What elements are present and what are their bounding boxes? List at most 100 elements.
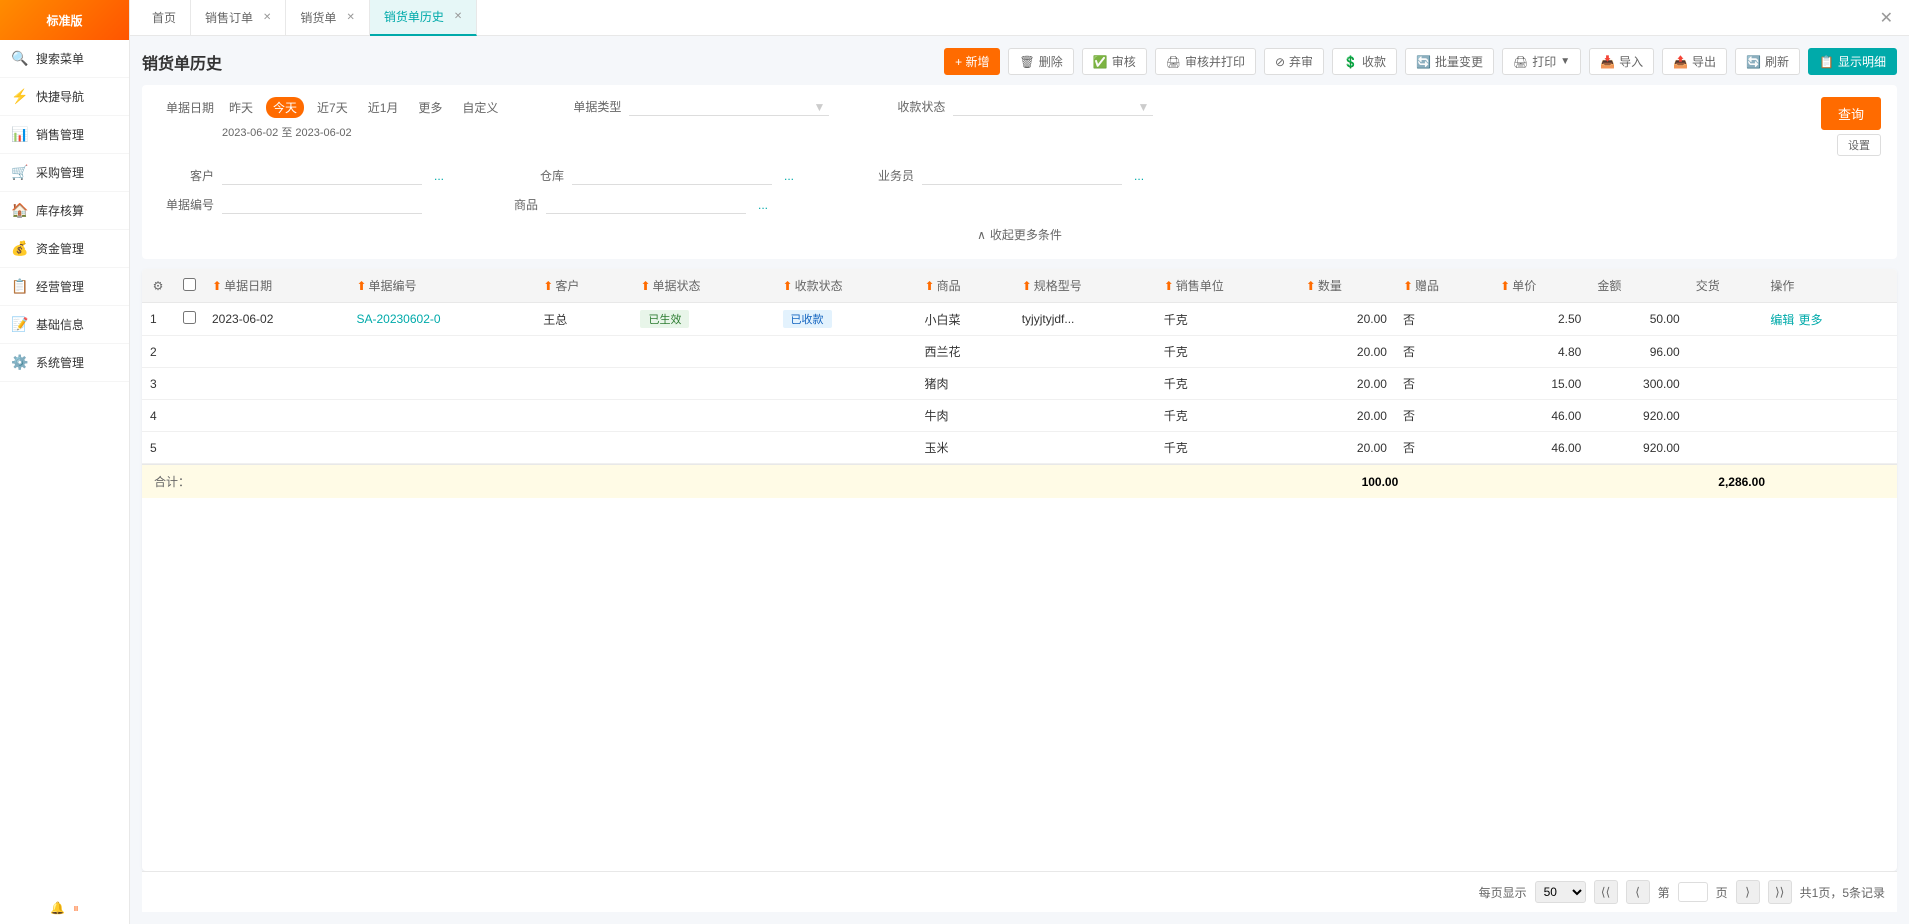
salesperson-input[interactable] <box>922 166 1122 185</box>
date-btn-7days[interactable]: 近7天 <box>310 97 355 118</box>
action-link-0[interactable]: 编辑 <box>1770 313 1794 327</box>
th-amount: 金额 <box>1589 269 1687 303</box>
page-prev-button[interactable]: ⟨ <box>1626 880 1650 904</box>
cell-qty: 20.00 <box>1298 368 1395 400</box>
delete-button[interactable]: 🗑 删除 <box>1008 48 1073 75</box>
cell-goods: 玉米 <box>917 432 1014 464</box>
sidebar-bottom: 🔔 ⏸ <box>0 893 129 924</box>
tab-close-all[interactable]: ✕ <box>1872 8 1901 28</box>
sidebar-item-search-menu[interactable]: 🔍 搜索菜单 <box>0 40 129 78</box>
type-input[interactable] <box>629 97 829 116</box>
th-customer[interactable]: ⬆客户 <box>535 269 632 303</box>
sidebar-item-sales-mgmt[interactable]: 📊 销售管理 <box>0 116 129 154</box>
query-button[interactable]: 查询 <box>1821 97 1881 130</box>
th-pay-status[interactable]: ⬆收款状态 <box>775 269 917 303</box>
cell-price: 4.80 <box>1492 336 1589 368</box>
th-doc-status[interactable]: ⬆单据状态 <box>632 269 774 303</box>
tab-sales-order[interactable]: 销售订单 ✕ <box>191 0 286 36</box>
th-qty[interactable]: ⬆数量 <box>1298 269 1395 303</box>
date-btn-today[interactable]: 今天 <box>266 97 304 118</box>
goods-ellipsis[interactable]: ... <box>754 196 772 214</box>
page-first-button[interactable]: ⟨⟨ <box>1594 880 1618 904</box>
salesperson-ellipsis[interactable]: ... <box>1130 167 1148 185</box>
toolbar: + 新增 🗑 删除 ✅ 审核 🖨 审核并打印 ⊘ 弃审 <box>944 48 1897 75</box>
footer-qty-total: 100.00 <box>1318 475 1398 489</box>
abandon-button[interactable]: ⊘ 弃审 <box>1264 48 1324 75</box>
row-checkbox[interactable] <box>183 311 196 324</box>
date-btn-yesterday[interactable]: 昨天 <box>222 97 260 118</box>
sidebar-item-system-mgmt[interactable]: ⚙️ 系统管理 <box>0 344 129 382</box>
cell-unit: 千克 <box>1156 303 1298 336</box>
cell-transaction <box>1688 400 1763 432</box>
audit-button[interactable]: ✅ 审核 <box>1082 48 1147 75</box>
tab-sales-order-close[interactable]: ✕ <box>263 12 271 23</box>
customer-input[interactable] <box>222 166 422 185</box>
new-button[interactable]: + 新增 <box>944 48 1000 75</box>
th-date[interactable]: ⬆单据日期 <box>204 269 348 303</box>
customer-ellipsis[interactable]: ... <box>430 167 448 185</box>
batch-change-button[interactable]: 🔄 批量变更 <box>1405 48 1494 75</box>
setting-button[interactable]: 设置 <box>1837 134 1881 156</box>
per-page-select[interactable]: 50 100 200 <box>1535 881 1586 903</box>
warehouse-label: 仓库 <box>508 167 564 184</box>
goods-input[interactable] <box>546 195 746 214</box>
refresh-button[interactable]: 🔄 刷新 <box>1735 48 1800 75</box>
date-btn-more[interactable]: 更多 <box>411 97 449 118</box>
th-unit[interactable]: ⬆销售单位 <box>1156 269 1298 303</box>
cell-checkbox <box>174 400 204 432</box>
tab-sales-order-label: 销售订单 <box>205 9 253 26</box>
settings-icon[interactable]: ⚙ <box>153 279 164 293</box>
page-unit: 页 <box>1716 884 1728 901</box>
sidebar-item-operation-mgmt[interactable]: 📋 经营管理 <box>0 268 129 306</box>
show-detail-button[interactable]: 📋 显示明细 <box>1808 48 1897 75</box>
cell-qty: 20.00 <box>1298 432 1395 464</box>
date-btn-custom[interactable]: 自定义 <box>455 97 505 118</box>
sidebar-bottom-icon2[interactable]: ⏸ <box>73 901 79 916</box>
cell-customer: 王总 <box>535 303 632 336</box>
tab-sales-history-close[interactable]: ✕ <box>454 11 462 22</box>
print-button[interactable]: 🖨 打印 ▼ <box>1502 48 1581 75</box>
th-price[interactable]: ⬆单价 <box>1492 269 1589 303</box>
page-next-button[interactable]: ⟩ <box>1736 880 1760 904</box>
cell-unit: 千克 <box>1156 400 1298 432</box>
cell-checkbox <box>174 368 204 400</box>
cell-customer <box>535 336 632 368</box>
sort-icon: ⬆ <box>1164 279 1174 293</box>
sidebar-item-purchase-mgmt[interactable]: 🛒 采购管理 <box>0 154 129 192</box>
tab-home[interactable]: 首页 <box>138 0 191 36</box>
cell-settings: 3 <box>142 368 174 400</box>
sidebar-item-quick-nav[interactable]: ⚡ 快捷导航 <box>0 78 129 116</box>
tab-sales-goods-close[interactable]: ✕ <box>346 12 354 23</box>
page-number-input[interactable]: 1 <box>1678 882 1708 902</box>
page-last-button[interactable]: ⟩⟩ <box>1768 880 1792 904</box>
main-area: 首页 销售订单 ✕ 销货单 ✕ 销货单历史 ✕ ✕ 销货单历史 + 新增 🗑 删… <box>130 0 1909 924</box>
th-gift[interactable]: ⬆赠品 <box>1395 269 1492 303</box>
brand-text: 标准版 <box>46 12 82 29</box>
sidebar-item-capital-mgmt[interactable]: 💰 资金管理 <box>0 230 129 268</box>
tab-sales-goods[interactable]: 销货单 ✕ <box>286 0 369 36</box>
action-link-1[interactable]: 更多 <box>1798 313 1822 327</box>
th-doc-no[interactable]: ⬆单据编号 <box>348 269 535 303</box>
audit-print-icon: 🖨 <box>1166 55 1181 69</box>
collapse-button[interactable]: ∧ 收起更多条件 <box>158 222 1881 247</box>
th-settings[interactable]: ⚙ <box>142 269 174 303</box>
status-input[interactable] <box>953 97 1153 116</box>
export-button[interactable]: 📤 导出 <box>1662 48 1727 75</box>
table-header-row: ⚙ ⬆单据日期 ⬆单据编号 ⬆客户 ⬆单据状态 ⬆收款状态 ⬆商品 ⬆规格型号 … <box>142 269 1897 303</box>
date-btn-1month[interactable]: 近1月 <box>361 97 406 118</box>
select-all-checkbox[interactable] <box>183 278 196 291</box>
warehouse-ellipsis[interactable]: ... <box>780 167 798 185</box>
warehouse-input[interactable] <box>572 166 772 185</box>
doc-no-input[interactable] <box>222 195 422 214</box>
th-goods[interactable]: ⬆商品 <box>917 269 1014 303</box>
audit-print-button[interactable]: 🖨 审核并打印 <box>1155 48 1256 75</box>
sidebar-item-inventory[interactable]: 🏠 库存核算 <box>0 192 129 230</box>
sort-icon: ⬆ <box>783 279 793 293</box>
sidebar-bottom-icon1[interactable]: 🔔 <box>50 901 65 916</box>
page-label: 第 <box>1658 884 1670 901</box>
th-spec[interactable]: ⬆规格型号 <box>1014 269 1156 303</box>
collect-button[interactable]: 💲 收款 <box>1332 48 1397 75</box>
import-button[interactable]: 📥 导入 <box>1589 48 1654 75</box>
tab-sales-history[interactable]: 销货单历史 ✕ <box>370 0 477 36</box>
sidebar-item-basic-info[interactable]: 📝 基础信息 <box>0 306 129 344</box>
